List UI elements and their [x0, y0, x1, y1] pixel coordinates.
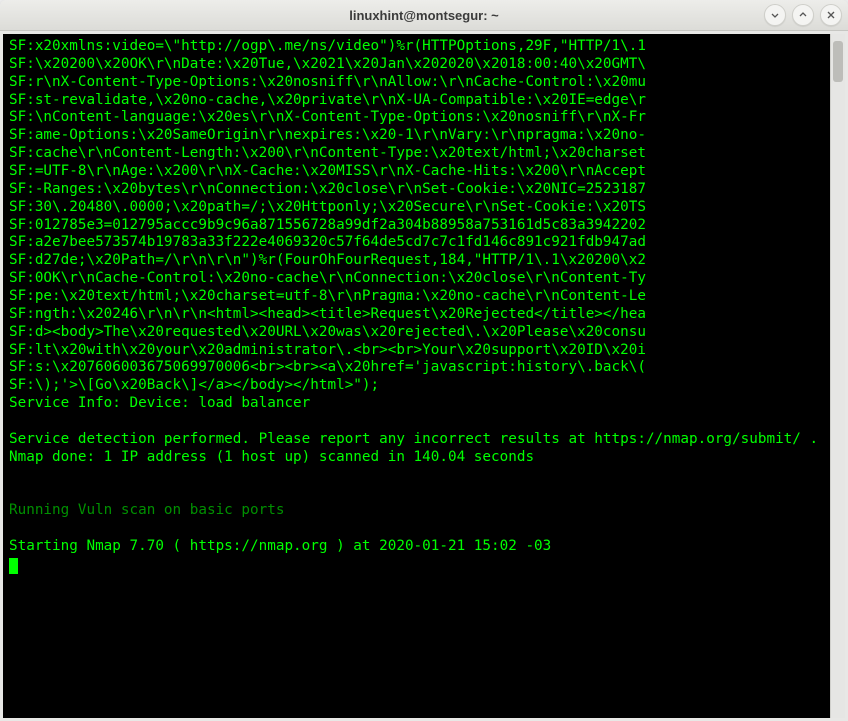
terminal-line: SF:d><body>The\x20requested\x20URL\x20wa…: [9, 324, 646, 340]
terminal-line: SF:\x20200\x20OK\r\nDate:\x20Tue,\x2021\…: [9, 56, 646, 72]
window-title: linuxhint@montsegur: ~: [0, 8, 848, 23]
terminal-line: Nmap done: 1 IP address (1 host up) scan…: [9, 449, 534, 465]
cursor: [9, 558, 18, 574]
terminal-output[interactable]: SF:x20xmlns:video=\"http://ogp\.me/ns/vi…: [3, 34, 830, 718]
close-button[interactable]: [820, 4, 842, 26]
terminal-line: SF:r\nX-Content-Type-Options:\x20nosniff…: [9, 74, 646, 90]
terminal-line: SF:st-revalidate,\x20no-cache,\x20privat…: [9, 92, 646, 108]
terminal-line: SF:30\.20480\.0000;\x20path=/;\x20Httpon…: [9, 199, 646, 215]
terminal-line: SF:lt\x20with\x20your\x20administrator\.…: [9, 342, 646, 358]
terminal-line: SF:s:\x207606003675069970006<br><br><a\x…: [9, 359, 646, 375]
scrollbar[interactable]: [830, 34, 845, 718]
minimize-button[interactable]: [764, 4, 786, 26]
terminal-window: linuxhint@montsegur: ~ SF:x20xmlns:video…: [0, 0, 848, 721]
terminal-area-wrap: SF:x20xmlns:video=\"http://ogp\.me/ns/vi…: [0, 31, 848, 721]
terminal-line: SF:x20xmlns:video=\"http://ogp\.me/ns/vi…: [9, 38, 646, 54]
terminal-line: SF:a2e7bee573574b19783a33f222e4069320c57…: [9, 234, 646, 250]
terminal-line: Starting Nmap 7.70 ( https://nmap.org ) …: [9, 538, 551, 554]
window-controls: [764, 4, 842, 26]
terminal-line: SF:-Ranges:\x20bytes\r\nConnection:\x20c…: [9, 181, 646, 197]
terminal-line: SF:d27de;\x20Path=/\r\n\r\n")%r(FourOhFo…: [9, 252, 646, 268]
terminal-line: SF:0OK\r\nCache-Control:\x20no-cache\r\n…: [9, 270, 646, 286]
terminal-line: SF:012785e3=012795accc9b9c96a871556728a9…: [9, 217, 646, 233]
terminal-line: SF:=UTF-8\r\nAge:\x200\r\nX-Cache:\x20MI…: [9, 163, 646, 179]
terminal-line: SF:\);'>\[Go\x20Back\]</a></body></html>…: [9, 377, 379, 393]
terminal-line: SF:ngth:\x20246\r\n\r\n<html><head><titl…: [9, 306, 646, 322]
terminal-line: SF:ame-Options:\x20SameOrigin\r\nexpires…: [9, 127, 646, 143]
scroll-thumb[interactable]: [833, 41, 843, 82]
terminal-line: SF:\nContent-language:\x20es\r\nX-Conten…: [9, 109, 646, 125]
maximize-button[interactable]: [792, 4, 814, 26]
titlebar[interactable]: linuxhint@montsegur: ~: [0, 0, 848, 31]
terminal-line: Service Info: Device: load balancer: [9, 395, 310, 411]
terminal-line: Service detection performed. Please repo…: [9, 431, 818, 447]
terminal-line: SF:pe:\x20text/html;\x20charset=utf-8\r\…: [9, 288, 646, 304]
terminal-line: Running Vuln scan on basic ports: [9, 502, 284, 518]
terminal-line: SF:cache\r\nContent-Length:\x200\r\nCont…: [9, 145, 646, 161]
